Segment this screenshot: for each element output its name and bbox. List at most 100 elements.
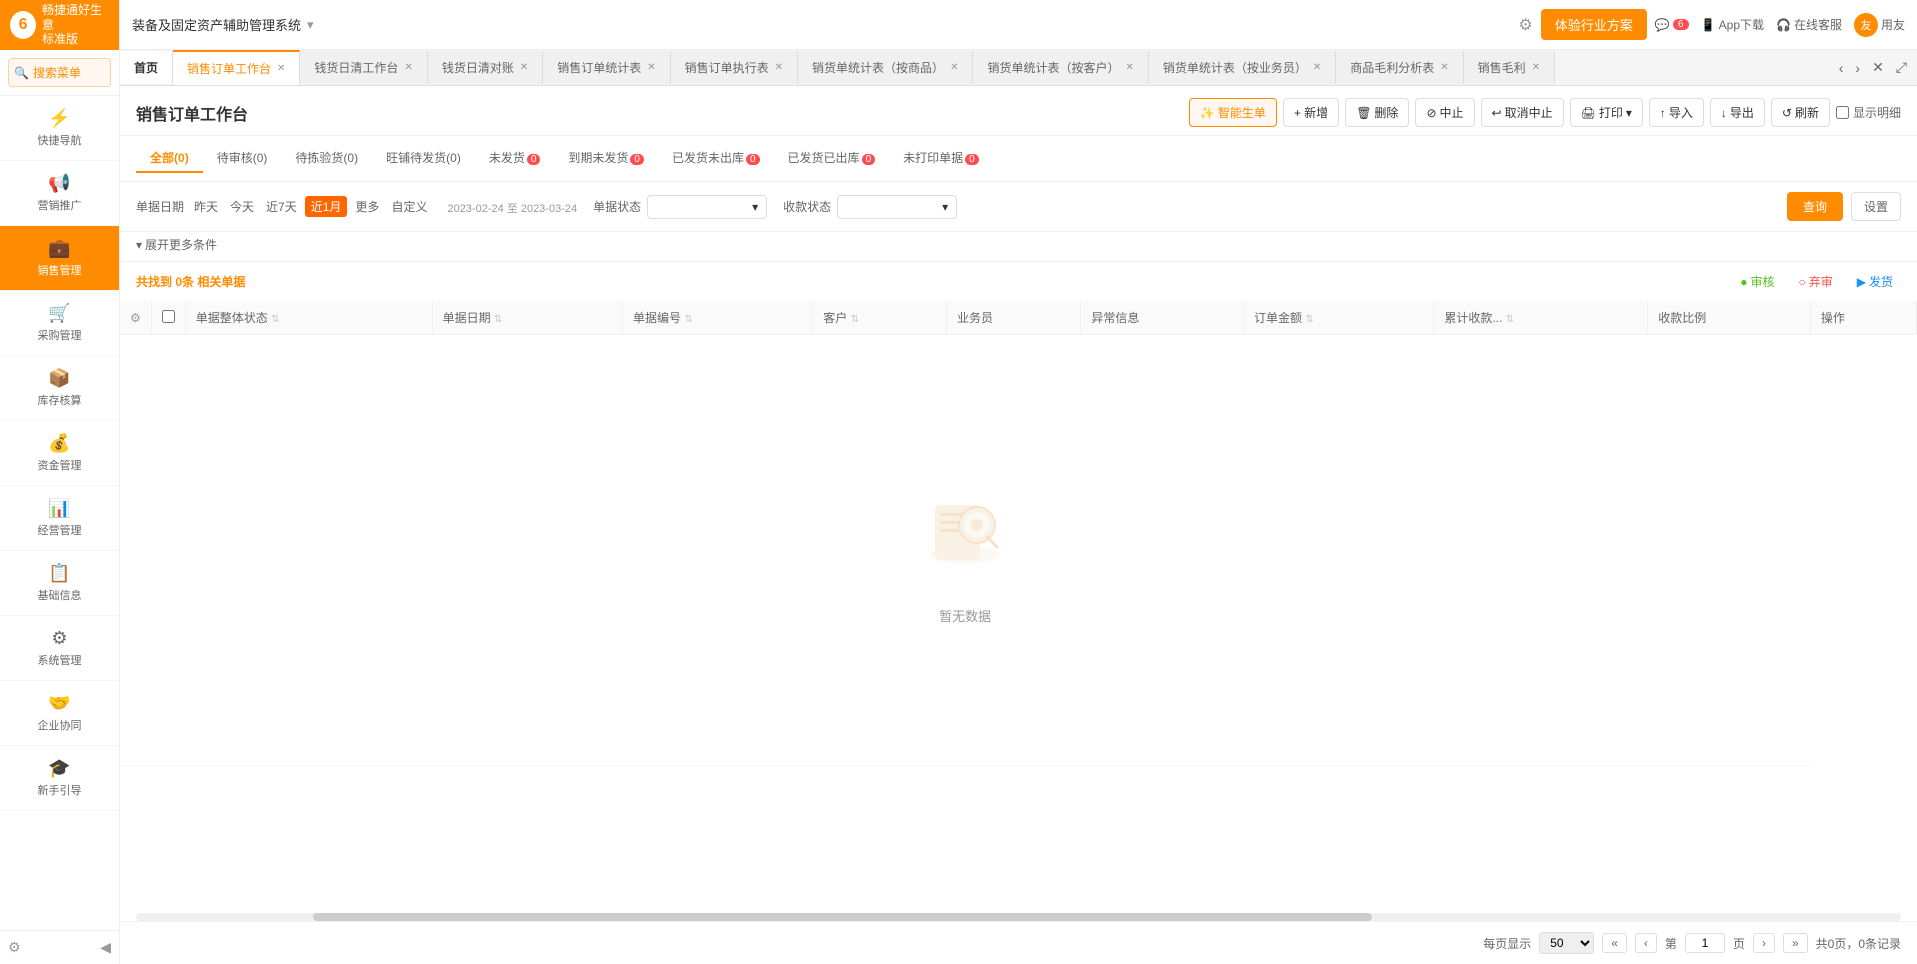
import-btn[interactable]: ↑ 导入 [1649,98,1704,127]
filter-tab-expired-not-shipped[interactable]: 到期未发货0 [554,144,658,173]
cancel-stop-btn[interactable]: ↩ 取消中止 [1481,98,1564,127]
show-detail-input[interactable] [1836,106,1849,119]
ship-action-btn[interactable]: ▶ 发货 [1849,270,1901,293]
sidebar-item-operations[interactable]: 📊 经营管理 [0,486,119,551]
delete-btn[interactable]: 🗑 删除 [1345,98,1409,127]
customer-sort-icon[interactable]: ⇅ [851,314,859,325]
tab-goods-stat-salesman[interactable]: 销货单统计表（按业务员） ✕ [1149,51,1336,84]
set-btn[interactable]: 设置 [1851,192,1901,221]
refresh-btn[interactable]: ↺ 刷新 [1771,98,1830,127]
tab-goods-stat-customer[interactable]: 销货单统计表（按客户） ✕ [973,51,1148,84]
tab-close-cash-daily[interactable]: ✕ [404,62,412,73]
sidebar-item-system[interactable]: ⚙ 系统管理 [0,616,119,681]
expand-conditions-btn[interactable]: ▾ 展开更多条件 [136,236,1901,253]
date-sort-icon[interactable]: ⇅ [494,314,502,325]
tab-close-goods-stat-product[interactable]: ✕ [950,62,958,73]
sidebar-item-base[interactable]: 📋 基础信息 [0,551,119,616]
tab-close-cash-reconcile[interactable]: ✕ [520,62,528,73]
app-download-btn[interactable]: 📱 App下载 [1701,16,1764,33]
tab-close-goods-margin[interactable]: ✕ [1440,62,1448,73]
amount-sort-icon[interactable]: ⇅ [1305,314,1313,325]
sidebar-item-guide[interactable]: 🎓 新手引导 [0,746,119,811]
tab-close-goods-stat-customer[interactable]: ✕ [1125,62,1133,73]
date-opt-1month[interactable]: 近1月 [305,196,348,217]
message-btn[interactable]: 💬 6 [1655,18,1689,32]
tab-maximize[interactable]: ⤢ [1892,57,1911,78]
online-service-btn[interactable]: 🎧 在线客服 [1776,16,1842,33]
next-page-btn[interactable]: › [1753,933,1775,953]
filter-tab-not-shipped[interactable]: 未发货0 [475,144,555,173]
sidebar-settings-button[interactable]: ⚙ [8,939,21,956]
sidebar-item-marketing[interactable]: 📢 营销推广 [0,161,119,226]
tab-sales-workbench[interactable]: 销售订单工作台 ✕ [173,50,300,85]
date-opt-yesterday[interactable]: 昨天 [190,196,222,217]
sidebar-item-inventory[interactable]: 📦 库存核算 [0,356,119,421]
tab-goods-stat-product[interactable]: 销货单统计表（按商品） ✕ [798,51,973,84]
print-btn[interactable]: 🖨 打印 ▾ [1570,98,1643,127]
first-page-btn[interactable]: « [1602,933,1627,953]
tab-close-sales-workbench[interactable]: ✕ [277,63,285,74]
ai-generate-btn[interactable]: ✨ 智能生单 [1189,98,1277,127]
tab-goods-margin[interactable]: 商品毛利分析表 ✕ [1336,51,1463,84]
date-opt-more[interactable]: 更多 [351,196,383,217]
payment-select[interactable]: ▾ [837,195,957,219]
th-salesman: 业务员 [947,301,1081,335]
tab-nav-prev[interactable]: ‹ [1835,58,1848,78]
date-opt-7days[interactable]: 近7天 [262,196,301,217]
last-page-btn[interactable]: » [1783,933,1808,953]
show-detail-checkbox[interactable]: 显示明细 [1836,104,1901,121]
stop-btn[interactable]: ⊘ 中止 [1415,98,1474,127]
search-menu-button[interactable]: 🔍 搜索菜单 [8,58,111,87]
prev-page-btn[interactable]: ‹ [1635,933,1657,953]
tab-close-sales-exec[interactable]: ✕ [775,62,783,73]
th-checkbox[interactable] [151,301,185,335]
audit-action-btn[interactable]: ● 审核 [1732,270,1782,293]
cancel-audit-action-btn[interactable]: ○ 弃审 [1790,270,1840,293]
tab-home[interactable]: 首页 [120,51,173,84]
user-menu-btn[interactable]: 友 用友 [1854,13,1905,37]
tab-close-sales-summary[interactable]: ✕ [1532,62,1540,73]
query-btn[interactable]: 查询 [1787,192,1843,221]
tab-close-all[interactable]: ✕ [1868,57,1888,78]
filter-tab-not-printed[interactable]: 未打印单据0 [889,144,993,173]
status-select[interactable]: ▾ [647,195,767,219]
sidebar-collapse-button[interactable]: ◀ [100,939,111,956]
export-btn[interactable]: ↓ 导出 [1710,98,1765,127]
date-opt-custom[interactable]: 自定义 [387,196,431,217]
tab-cash-daily[interactable]: 钱货日清工作台 ✕ [300,51,427,84]
sidebar-item-finance[interactable]: 💰 资金管理 [0,421,119,486]
filter-tab-all[interactable]: 全部(0) [136,144,203,173]
tab-sales-summary[interactable]: 销售毛利 ✕ [1464,51,1555,84]
audit-icon: ● [1740,275,1747,289]
scrollbar-thumb[interactable] [313,913,1372,921]
tab-nav-next[interactable]: › [1851,58,1864,78]
filter-tab-pending-audit[interactable]: 待审核(0) [203,144,282,173]
tab-close-goods-stat-salesman[interactable]: ✕ [1313,62,1321,73]
filter-tab-wangpu-pending[interactable]: 旺铺待发货(0) [372,144,475,173]
filter-tab-shipped-out[interactable]: 已发货已出库0 [774,144,890,173]
new-btn[interactable]: + 新增 [1283,98,1339,127]
industry-btn[interactable]: 体验行业方案 [1541,9,1647,40]
sidebar-item-cooperation[interactable]: 🤝 企业协同 [0,681,119,746]
collected-sort-icon[interactable]: ⇅ [1506,314,1514,325]
tab-close-sales-stat[interactable]: ✕ [647,62,655,73]
print-icon: 🖨 [1581,106,1596,120]
filter-tab-pending-inspect[interactable]: 待拣验货(0) [281,144,372,173]
page-input[interactable] [1685,933,1725,953]
th-setting[interactable]: ⚙ [120,301,151,335]
date-opt-today[interactable]: 今天 [226,196,258,217]
status-sort-icon[interactable]: ⇅ [271,314,279,325]
page-size-select[interactable]: 10 20 50 100 [1539,932,1594,954]
sidebar-item-purchase[interactable]: 🛒 采购管理 [0,291,119,356]
horizontal-scrollbar[interactable] [136,913,1901,921]
sidebar-item-sales[interactable]: 💼 销售管理 [0,226,119,291]
topbar-gear-icon[interactable]: ⚙ [1518,15,1532,35]
empty-illustration [915,475,1015,594]
select-all-checkbox[interactable] [162,310,175,323]
filter-tab-shipped-not-out[interactable]: 已发货未出库0 [658,144,774,173]
tab-sales-stat[interactable]: 销售订单统计表 ✕ [543,51,670,84]
number-sort-icon[interactable]: ⇅ [684,314,692,325]
tab-cash-reconcile[interactable]: 钱货日清对账 ✕ [428,51,543,84]
tab-sales-exec[interactable]: 销售订单执行表 ✕ [671,51,798,84]
sidebar-item-quick-nav[interactable]: ⚡ 快捷导航 [0,96,119,161]
